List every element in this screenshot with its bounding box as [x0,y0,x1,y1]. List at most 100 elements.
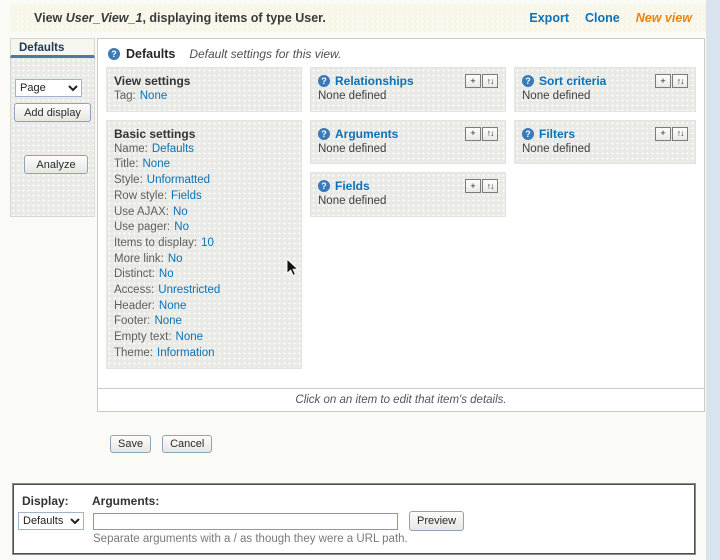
setting-value-link[interactable]: 10 [201,237,214,249]
preview-display-select[interactable]: Defaults [18,512,84,530]
sidebar-body: Page Add display Analyze [10,58,95,217]
fields-link[interactable]: Fields [335,178,370,194]
setting-label: Distinct: [114,268,155,281]
setting-value-link[interactable]: None [140,90,168,102]
arguments-hint: Separate arguments with a / as though th… [93,533,408,545]
panel-title: Defaults [126,47,176,61]
rearrange-icon[interactable]: ↑↓ [482,126,498,141]
setting-value-link[interactable]: None [159,300,187,312]
setting-value-link[interactable]: Defaults [152,143,194,155]
relationships-link[interactable]: Relationships [335,73,414,89]
sort-criteria-box: ? Sort criteria + ↑↓ None defined [514,67,696,112]
setting-value-link[interactable]: Unrestricted [158,284,220,296]
setting-row: Style: Unformatted [114,173,294,189]
fields-empty: None defined [318,195,387,207]
arguments-box: ? Arguments + ↑↓ None defined [310,119,506,164]
title-prefix: View [34,11,63,25]
cancel-button[interactable]: Cancel [162,435,213,453]
setting-value-link[interactable]: Fields [171,190,202,202]
setting-row: Title: None [114,157,294,173]
help-icon[interactable]: ? [318,75,330,87]
panel-footer-hint: Click on an item to edit that item's det… [98,388,704,411]
help-icon[interactable]: ? [522,127,534,140]
page-title-bar: View User_View_1, displaying items of ty… [10,4,706,32]
view-settings-box: View settings Tag: None [106,67,302,112]
preview-button[interactable]: Preview [409,511,465,531]
fields-head: ? Fields + ↑↓ [318,178,498,194]
add-icon[interactable]: + [465,74,481,88]
arguments-link[interactable]: Arguments [335,126,398,142]
setting-label: Header: [114,299,155,312]
setting-value-link[interactable]: None [176,331,204,343]
filters-link[interactable]: Filters [539,126,575,142]
setting-row: Use pager: No [114,220,294,236]
filters-empty: None defined [522,142,591,155]
help-icon[interactable]: ? [522,75,534,87]
form-actions: Save Cancel [110,435,213,453]
new-view-link[interactable]: New view [636,11,692,25]
setting-label: More link: [114,252,164,265]
help-icon[interactable]: ? [108,48,120,60]
setting-label: Empty text: [114,331,172,344]
setting-row: Header: None [114,299,294,315]
setting-value-link[interactable]: No [174,221,189,233]
setting-value-link[interactable]: None [143,158,171,170]
view-name: User_View_1 [65,11,143,25]
setting-label: Use AJAX: [114,205,169,218]
column-2: ? Relationships + ↑↓ None defined ? Argu… [310,67,506,217]
help-icon[interactable]: ? [318,180,330,192]
display-type-select[interactable]: Page [15,79,82,97]
relationships-head: ? Relationships + ↑↓ [318,73,498,89]
save-button[interactable]: Save [110,435,152,453]
export-link[interactable]: Export [529,11,569,25]
relationships-empty: None defined [318,90,387,102]
setting-value-link[interactable]: None [154,315,182,327]
rearrange-icon[interactable]: ↑↓ [482,179,498,193]
display-sidebar: Defaults Page Add display Analyze [10,38,95,217]
setting-value-link[interactable]: Unformatted [147,174,210,186]
settings-grid: View settings Tag: None Basic settings Na… [98,61,704,369]
mini-buttons: + ↑↓ [465,126,498,141]
arguments-input[interactable] [93,513,398,530]
sort-criteria-head: ? Sort criteria + ↑↓ [522,73,688,89]
view-editor-panel: ? Defaults Default settings for this vie… [97,38,705,412]
column-1: View settings Tag: None Basic settings Na… [106,67,302,369]
rearrange-icon[interactable]: ↑↓ [672,74,688,88]
filters-head: ? Filters + ↑↓ [522,126,688,142]
setting-label: Use pager: [114,221,171,234]
sort-criteria-empty: None defined [522,90,591,102]
tab-defaults[interactable]: Defaults [10,38,95,58]
add-icon[interactable]: + [465,179,481,193]
view-settings-title: View settings [114,74,191,88]
sort-criteria-link[interactable]: Sort criteria [539,73,606,89]
setting-row: Name: Defaults [114,142,294,158]
topbar-links: Export Clone New view [529,11,692,25]
panel-description: Default settings for this view. [189,47,342,61]
setting-row: Use AJAX: No [114,205,294,221]
setting-value-link[interactable]: No [173,206,188,218]
analyze-button[interactable]: Analyze [24,155,88,174]
setting-value-link[interactable]: No [168,253,183,265]
rearrange-icon[interactable]: ↑↓ [672,126,688,141]
add-icon[interactable]: + [655,126,671,141]
setting-row: Row style: Fields [114,189,294,205]
mini-buttons: + ↑↓ [465,179,498,193]
setting-row: Items to display: 10 [114,236,294,252]
add-icon[interactable]: + [465,126,481,141]
mini-buttons: + ↑↓ [465,74,498,88]
rearrange-icon[interactable]: ↑↓ [482,74,498,88]
setting-row: More link: No [114,252,294,268]
setting-label: Style: [114,174,143,187]
mini-buttons: + ↑↓ [655,126,688,141]
help-icon[interactable]: ? [318,127,330,140]
setting-value-link[interactable]: Information [157,347,215,359]
setting-label: Tag: [114,90,136,102]
add-display-button[interactable]: Add display [14,103,91,122]
mini-buttons: + ↑↓ [655,74,688,88]
basic-settings-box: Basic settings Name: Defaults Title: None … [106,119,302,369]
setting-label: Footer: [114,315,151,328]
setting-value-link[interactable]: No [159,268,174,280]
filters-box: ? Filters + ↑↓ None defined [514,119,696,164]
clone-link[interactable]: Clone [585,11,620,25]
add-icon[interactable]: + [655,74,671,88]
